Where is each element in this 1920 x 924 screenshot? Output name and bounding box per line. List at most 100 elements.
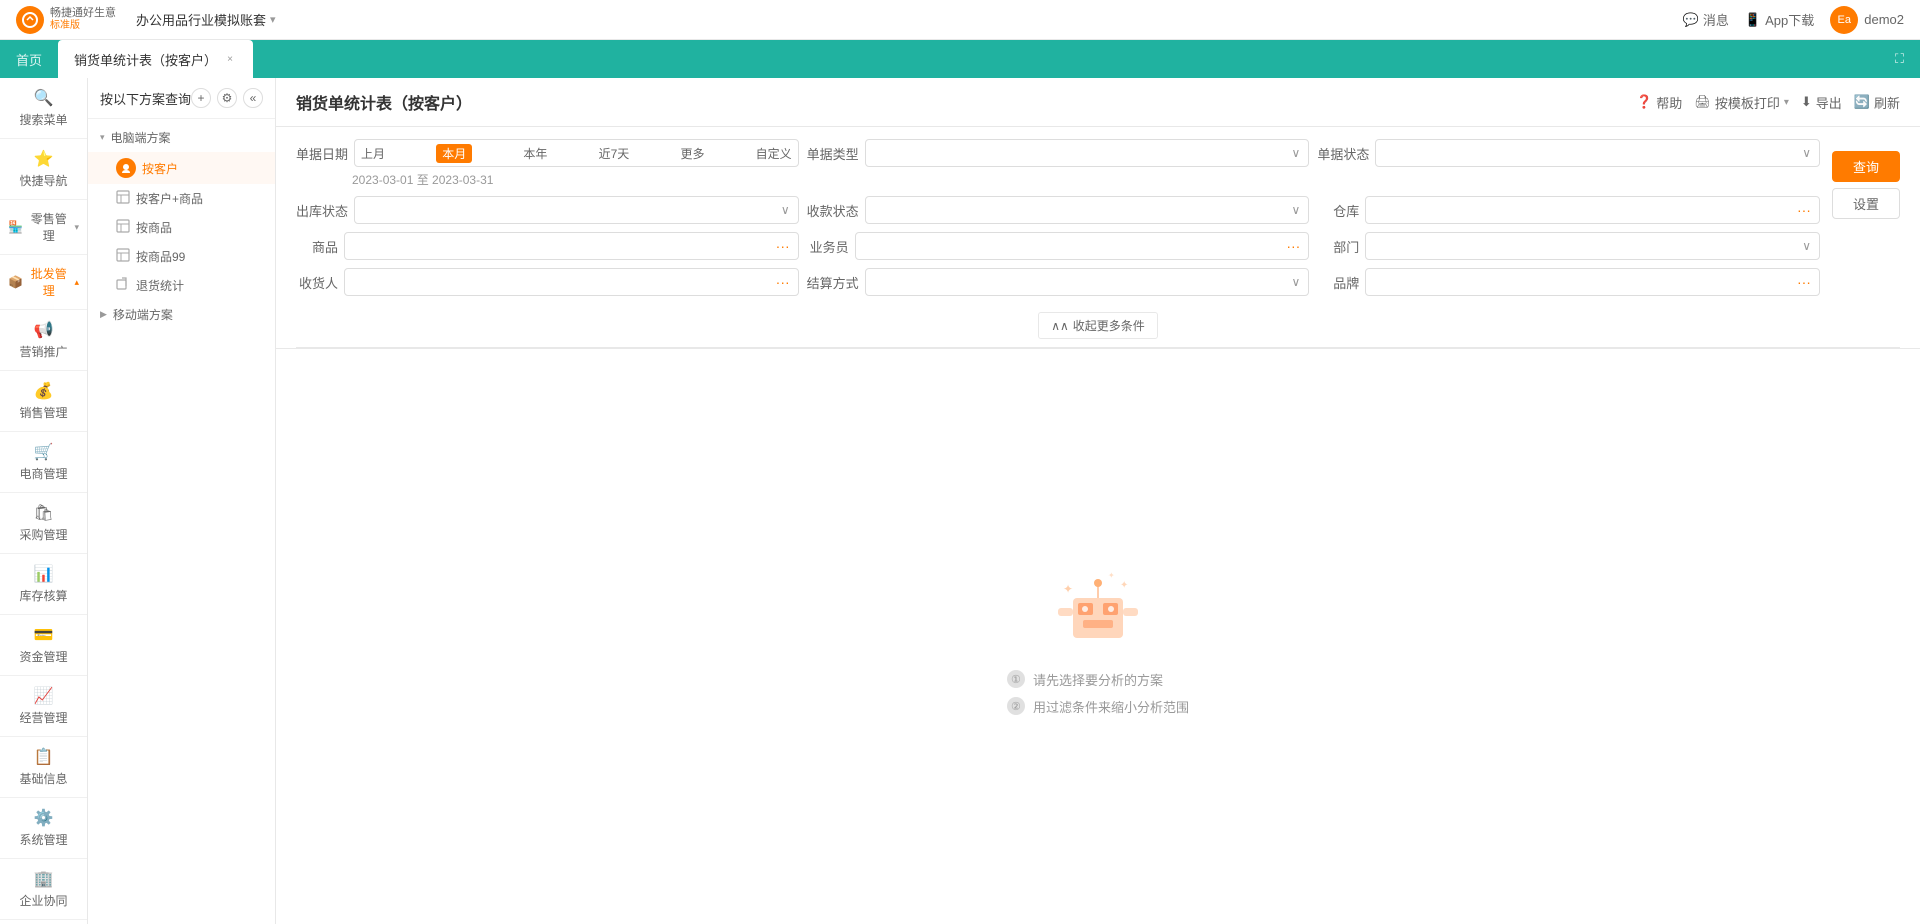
- scheme-settings-button[interactable]: ⚙: [217, 88, 237, 108]
- date-tab-last-month[interactable]: 上月: [361, 145, 385, 162]
- avatar: Ea: [1830, 6, 1858, 34]
- date-tab-custom[interactable]: 自定义: [756, 145, 792, 162]
- sidebar-item-search[interactable]: 🔍 搜索菜单: [0, 78, 87, 139]
- sidebar-item-guide[interactable]: 🎯 新手引导: [0, 920, 87, 924]
- empty-tips: ① 请先选择要分析的方案 ② 用过滤条件来缩小分析范围: [1007, 670, 1189, 716]
- tree-item-returns[interactable]: 退货统计: [88, 271, 275, 300]
- system-icon: ⚙️: [34, 808, 54, 828]
- active-indicator: [116, 158, 136, 178]
- sidebar-item-ecom[interactable]: 🛒 电商管理: [0, 432, 87, 493]
- pay-status-label: 收款状态: [807, 201, 859, 220]
- desktop-group-header[interactable]: ▾ 电脑端方案: [88, 123, 275, 152]
- brand-input[interactable]: ···: [1365, 268, 1820, 296]
- status-select[interactable]: ∨: [1375, 139, 1820, 167]
- print-button[interactable]: 🖨 按模板打印 ▾: [1694, 93, 1789, 112]
- page-title-row: 销货单统计表（按客户） ❓ 帮助 🖨 按模板打印 ▾ ⬇ 导出: [296, 90, 1900, 114]
- sidebar-item-operation[interactable]: 📈 经营管理: [0, 676, 87, 737]
- purchase-icon: 🛍: [33, 503, 53, 523]
- filter-row-2: 出库状态 ∨ 收款状态 ∨: [296, 196, 1820, 224]
- sidebar-item-enterprise[interactable]: 🏢 企业协同: [0, 859, 87, 920]
- date-tab-current-year[interactable]: 本年: [523, 145, 547, 162]
- app-download-button[interactable]: 📱 App下载: [1745, 10, 1814, 29]
- settings-button[interactable]: 设置: [1832, 188, 1900, 219]
- sidebar-item-finance[interactable]: 💳 资金管理: [0, 615, 87, 676]
- type-select[interactable]: ∨: [865, 139, 1310, 167]
- mobile-arrow: ▶: [100, 309, 107, 320]
- user-profile[interactable]: Ea demo2: [1830, 6, 1904, 34]
- download-icon: 📱: [1745, 12, 1761, 28]
- sidebar-item-system[interactable]: ⚙️ 系统管理: [0, 798, 87, 859]
- warehouse-input[interactable]: ···: [1365, 196, 1820, 224]
- tree-item-product[interactable]: 按商品: [88, 213, 275, 242]
- filter-warehouse: 仓库 ···: [1317, 196, 1820, 224]
- sidebar-item-purchase[interactable]: 🛍 采购管理: [0, 493, 87, 554]
- ecom-icon: 🛒: [34, 442, 54, 462]
- svg-text:✦: ✦: [1108, 571, 1115, 580]
- date-filter-input[interactable]: 上月 本月 本年 近7天 更多 自定义: [354, 139, 799, 167]
- warehouse-dots: ···: [1797, 202, 1811, 218]
- collapse-button[interactable]: ∧∧ 收起更多条件: [1038, 312, 1158, 339]
- tab-close-icon[interactable]: ×: [223, 52, 237, 66]
- top-bar-left: 畅捷通好生意 标准版 办公用品行业模拟账套 ▾: [16, 6, 276, 34]
- mobile-group-header[interactable]: ▶ 移动端方案: [88, 300, 275, 329]
- filter-pay-status: 收款状态 ∨: [807, 196, 1310, 224]
- settle-select[interactable]: ∨: [865, 268, 1310, 296]
- dept-select[interactable]: ∨: [1365, 232, 1820, 260]
- operation-icon: 📈: [34, 686, 54, 706]
- date-tab-current-month[interactable]: 本月: [436, 144, 472, 163]
- product-dots: ···: [776, 238, 790, 254]
- tree-item-customer-product[interactable]: 按客户+商品: [88, 184, 275, 213]
- filter-product: 商品 ···: [296, 232, 799, 260]
- sidebar-item-marketing[interactable]: 📢 营销推广: [0, 310, 87, 371]
- out-status-select[interactable]: ∨: [354, 196, 799, 224]
- search-button[interactable]: 查询: [1832, 151, 1900, 182]
- tree-item-product99[interactable]: 按商品99: [88, 242, 275, 271]
- marketing-icon: 📢: [34, 320, 54, 340]
- product-input[interactable]: ···: [344, 232, 799, 260]
- salesman-input[interactable]: ···: [855, 232, 1310, 260]
- tree-section: ▾ 电脑端方案 按客户 按客户+商品 按商品: [88, 119, 275, 333]
- sidebar-item-base[interactable]: 📋 基础信息: [0, 737, 87, 798]
- export-button[interactable]: ⬇ 导出: [1801, 93, 1842, 112]
- sidebar-item-sales[interactable]: 💰 销售管理: [0, 371, 87, 432]
- sidebar-item-wholesale[interactable]: 📦 批发管理 ▴: [0, 255, 87, 310]
- refresh-button[interactable]: 🔄 刷新: [1854, 93, 1900, 112]
- add-scheme-button[interactable]: +: [191, 88, 211, 108]
- logo-icon: [16, 6, 44, 34]
- filter-receiver: 收货人 ···: [296, 268, 799, 296]
- sidebar-item-quick-nav[interactable]: ⭐ 快捷导航: [0, 139, 87, 200]
- sidebar-item-retail[interactable]: 🏪 零售管理 ▾: [0, 200, 87, 255]
- top-bar: 畅捷通好生意 标准版 办公用品行业模拟账套 ▾ 💬 消息 📱 App下载 Ea …: [0, 0, 1920, 40]
- message-button[interactable]: 💬 消息: [1683, 10, 1729, 29]
- sidebar-item-inventory[interactable]: 📊 库存核算: [0, 554, 87, 615]
- out-status-arrow: ∨: [781, 203, 790, 217]
- collapse-panel-button[interactable]: «: [243, 88, 263, 108]
- breadcrumb[interactable]: 办公用品行业模拟账套 ▾: [136, 10, 276, 29]
- tab-sales-statistics[interactable]: 销货单统计表（按客户） ×: [58, 40, 253, 78]
- filter-type: 单据类型 ∨: [807, 139, 1310, 167]
- refresh-icon: 🔄: [1854, 94, 1870, 110]
- help-button[interactable]: ❓ 帮助: [1636, 93, 1682, 112]
- wholesale-icon: 📦: [8, 275, 23, 289]
- tab-home[interactable]: 首页: [0, 40, 58, 78]
- pay-status-select[interactable]: ∨: [865, 196, 1310, 224]
- export-icon: ⬇: [1801, 94, 1812, 110]
- desktop-arrow: ▾: [100, 132, 105, 143]
- maximize-button[interactable]: ⛶: [1887, 51, 1912, 67]
- sidebar: 🔍 搜索菜单 ⭐ 快捷导航 🏪 零售管理 ▾ 📦 批发管理 ▴ 📢 营销推广 💰…: [0, 78, 88, 924]
- date-tab-7days[interactable]: 近7天: [599, 145, 630, 162]
- action-buttons: 查询 设置: [1820, 139, 1900, 231]
- filter-brand: 品牌 ···: [1317, 268, 1820, 296]
- date-tab-more[interactable]: 更多: [680, 145, 704, 162]
- logo-text: 畅捷通好生意 标准版: [50, 7, 116, 32]
- returns-icon: [116, 277, 130, 294]
- salesman-dots: ···: [1286, 238, 1300, 254]
- receiver-input[interactable]: ···: [344, 268, 799, 296]
- finance-icon: 💳: [34, 625, 54, 645]
- status-label: 单据状态: [1317, 144, 1369, 163]
- out-status-label: 出库状态: [296, 201, 348, 220]
- receiver-dots: ···: [776, 274, 790, 290]
- tree-item-customer[interactable]: 按客户: [88, 152, 275, 184]
- quick-nav-icon: ⭐: [34, 149, 54, 169]
- receiver-label: 收货人: [296, 273, 338, 292]
